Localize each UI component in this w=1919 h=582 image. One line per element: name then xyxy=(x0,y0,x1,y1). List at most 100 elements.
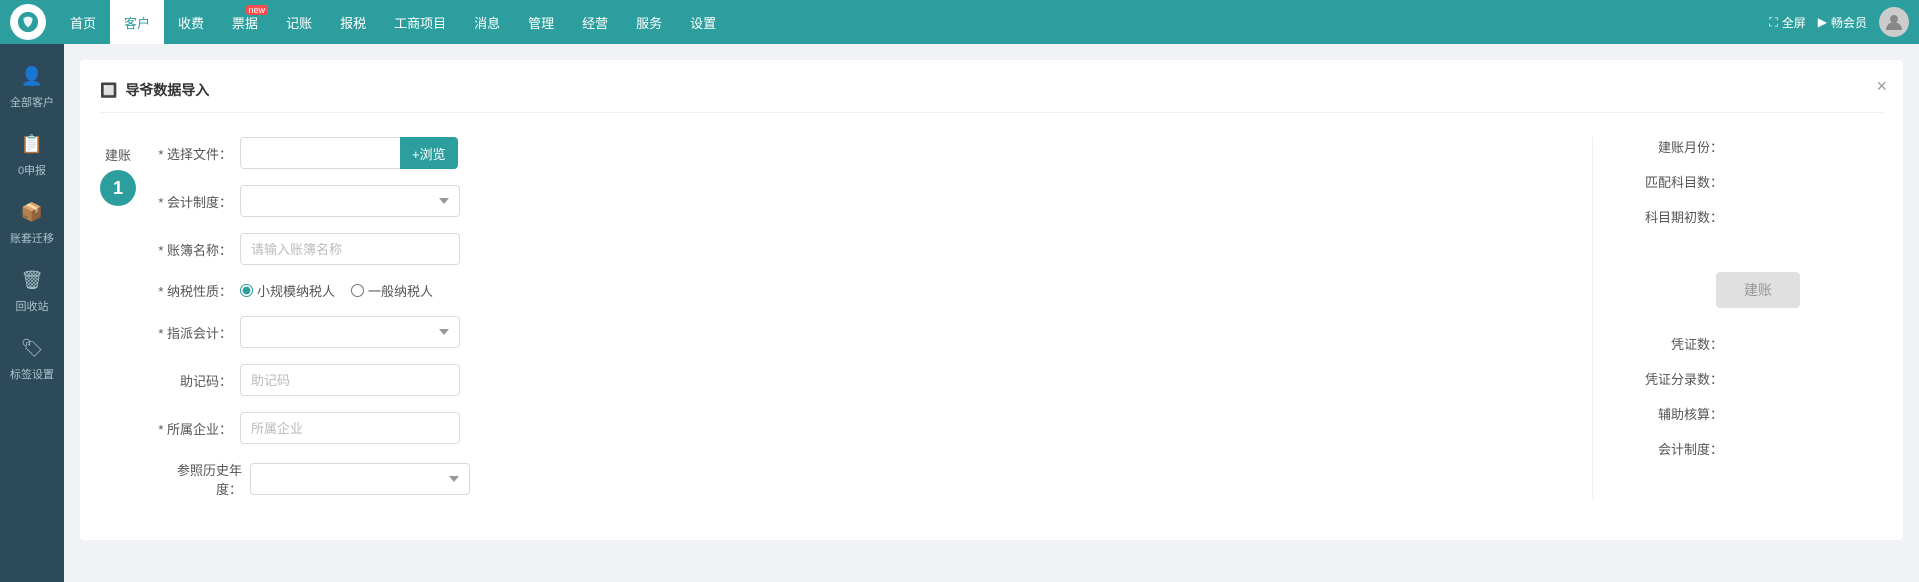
nav-item-设置[interactable]: 设置 xyxy=(676,0,730,44)
select-file-row: * 选择文件： +浏览 xyxy=(152,137,1582,169)
match-subjects-row: 匹配科目数： xyxy=(1633,172,1883,191)
sidebar-item-账套迁移[interactable]: 📦 账套迁移 xyxy=(0,190,64,254)
nav-item-收费[interactable]: 收费 xyxy=(164,0,218,44)
vip-label: 畅会员 xyxy=(1831,14,1867,31)
nav-item-经营[interactable]: 经营 xyxy=(568,0,622,44)
subject-init-row: 科目期初数： xyxy=(1633,207,1883,226)
panel: 🔲 导爷数据导入 × 建账 1 xyxy=(80,60,1903,540)
content-area: 🔲 导爷数据导入 × 建账 1 xyxy=(64,44,1919,582)
browse-button[interactable]: +浏览 xyxy=(400,137,458,169)
fullscreen-label: 全屏 xyxy=(1782,14,1806,31)
panel-title: 导爷数据导入 xyxy=(125,80,209,100)
select-file-label: * 选择文件： xyxy=(152,144,232,163)
sidebar-item-回收站[interactable]: 🗑 回收站 xyxy=(0,258,64,322)
step-label: 建账 xyxy=(105,145,131,164)
step-number: 1 xyxy=(113,178,123,199)
sidebar-icon: 🗑 xyxy=(18,266,46,294)
top-nav: 首页客户收费票据new记账报税工商项目消息管理经营服务设置 ⛶ 全屏 ▶ 畅会员 xyxy=(0,0,1919,44)
company-row: * 所属企业： xyxy=(152,412,1582,444)
assign-accountant-select[interactable] xyxy=(240,316,460,348)
sidebar-icon: 📋 xyxy=(18,130,46,158)
voucher-count-label: 凭证数： xyxy=(1633,334,1723,353)
nav-item-管理[interactable]: 管理 xyxy=(514,0,568,44)
accounting-system-row: * 会计制度： xyxy=(152,185,1582,217)
company-label: * 所属企业： xyxy=(152,419,232,438)
tax-general-radio-input[interactable] xyxy=(351,284,364,297)
step-circle: 1 xyxy=(100,170,136,206)
accounting-system-select[interactable] xyxy=(240,185,460,217)
memo-code-label: 助记码： xyxy=(152,371,232,390)
logo[interactable] xyxy=(10,4,46,40)
aux-accounting-label: 辅助核算： xyxy=(1633,404,1723,423)
create-month-label: 建账月份： xyxy=(1633,137,1723,156)
avatar[interactable] xyxy=(1879,7,1909,37)
create-account-button[interactable]: 建账 xyxy=(1716,272,1800,308)
sidebar-item-全部客户[interactable]: 👤 全部客户 xyxy=(0,54,64,118)
nav-item-记账[interactable]: 记账 xyxy=(272,0,326,44)
voucher-count-row: 凭证数： xyxy=(1633,334,1883,353)
form-fields: * 选择文件： +浏览 * 会计制度： xyxy=(152,137,1582,498)
nav-item-票据[interactable]: 票据new xyxy=(218,0,272,44)
file-text-input[interactable] xyxy=(240,137,400,169)
history-year-row: 参照历史年度： xyxy=(152,460,1582,498)
nav-item-首页[interactable]: 首页 xyxy=(56,0,110,44)
company-input[interactable] xyxy=(240,412,460,444)
sidebar-label: 账套迁移 xyxy=(10,230,54,246)
nav-badge-new: new xyxy=(246,5,269,15)
panel-icon: 🔲 xyxy=(100,82,117,99)
tax-general-label: 一般纳税人 xyxy=(368,281,433,300)
main-layout: 👤 全部客户 📋 0申报 📦 账套迁移 🗑 回收站 🏷 标签设置 🔲 导爷数据导入 × 建账 xyxy=(0,44,1919,582)
ledger-name-input[interactable] xyxy=(240,233,460,265)
sidebar-label: 全部客户 xyxy=(10,94,54,110)
panel-close-button[interactable]: × xyxy=(1876,76,1887,97)
nav-item-工商项目[interactable]: 工商项目 xyxy=(380,0,460,44)
sidebar-item-标签设置[interactable]: 🏷 标签设置 xyxy=(0,326,64,390)
tax-type-radio-group: 小规模纳税人 一般纳税人 xyxy=(240,281,433,300)
nav-item-消息[interactable]: 消息 xyxy=(460,0,514,44)
nav-item-报税[interactable]: 报税 xyxy=(326,0,380,44)
sidebar-icon: 🏷 xyxy=(18,334,46,362)
panel-header: 🔲 导爷数据导入 xyxy=(100,80,1883,113)
nav-right: ⛶ 全屏 ▶ 畅会员 xyxy=(1769,7,1909,37)
history-year-label: 参照历史年度： xyxy=(152,460,242,498)
sidebar-icon: 👤 xyxy=(18,62,46,90)
match-subjects-label: 匹配科目数： xyxy=(1633,172,1723,191)
voucher-entries-label: 凭证分录数： xyxy=(1633,369,1723,388)
fullscreen-icon: ⛶ xyxy=(1769,15,1777,30)
right-accounting-system-label: 会计制度： xyxy=(1633,439,1723,458)
tax-small-label: 小规模纳税人 xyxy=(257,281,335,300)
tax-small-radio[interactable]: 小规模纳税人 xyxy=(240,281,335,300)
tax-type-row: * 纳税性质： 小规模纳税人 一般纳税人 xyxy=(152,281,1582,300)
ledger-name-row: * 账簿名称： xyxy=(152,233,1582,265)
subject-init-label: 科目期初数： xyxy=(1633,207,1723,226)
sidebar-icon: 📦 xyxy=(18,198,46,226)
vip-icon: ▶ xyxy=(1818,15,1827,29)
form-right: 建账月份： 匹配科目数： 科目期初数： 建账 xyxy=(1603,137,1883,498)
sidebar-label: 标签设置 xyxy=(10,366,54,382)
create-month-row: 建账月份： xyxy=(1633,137,1883,156)
aux-accounting-row: 辅助核算： xyxy=(1633,404,1883,423)
sidebar-item-0申报[interactable]: 📋 0申报 xyxy=(0,122,64,186)
vip-button[interactable]: ▶ 畅会员 xyxy=(1818,14,1867,31)
history-year-select[interactable] xyxy=(250,463,470,495)
sidebar-label: 回收站 xyxy=(16,298,49,314)
fullscreen-button[interactable]: ⛶ 全屏 xyxy=(1769,14,1805,31)
sidebar: 👤 全部客户 📋 0申报 📦 账套迁移 🗑 回收站 🏷 标签设置 xyxy=(0,44,64,582)
file-input-group: +浏览 xyxy=(240,137,458,169)
assign-accountant-label: * 指派会计： xyxy=(152,323,232,342)
tax-type-label: * 纳税性质： xyxy=(152,281,232,300)
nav-item-客户[interactable]: 客户 xyxy=(110,0,164,44)
assign-accountant-row: * 指派会计： xyxy=(152,316,1582,348)
nav-items: 首页客户收费票据new记账报税工商项目消息管理经营服务设置 xyxy=(56,0,1769,44)
nav-item-服务[interactable]: 服务 xyxy=(622,0,676,44)
voucher-entries-row: 凭证分录数： xyxy=(1633,369,1883,388)
tax-general-radio[interactable]: 一般纳税人 xyxy=(351,281,433,300)
sidebar-label: 0申报 xyxy=(18,162,46,178)
memo-code-row: 助记码： xyxy=(152,364,1582,396)
tax-small-radio-input[interactable] xyxy=(240,284,253,297)
form-left: 建账 1 * 选择文件： +浏览 xyxy=(100,137,1582,498)
vertical-divider xyxy=(1592,137,1593,498)
step-indicator: 建账 1 xyxy=(100,145,136,206)
memo-code-input[interactable] xyxy=(240,364,460,396)
accounting-system-label: * 会计制度： xyxy=(152,192,232,211)
